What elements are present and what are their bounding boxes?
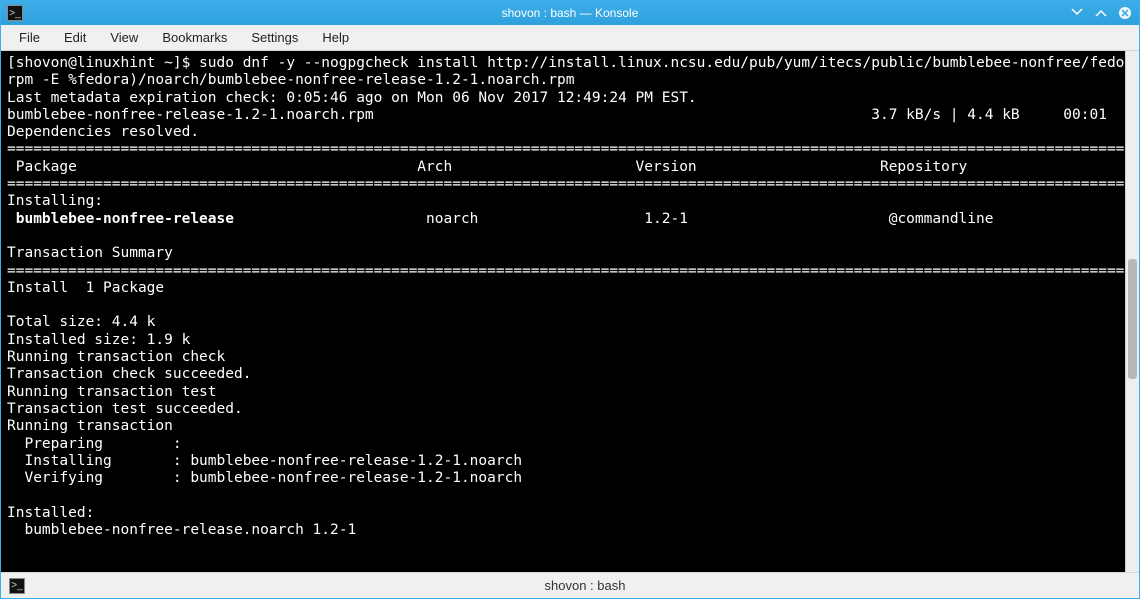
window-title: shovon : bash — Konsole	[502, 6, 639, 20]
tab-label[interactable]: shovon : bash	[31, 578, 1139, 593]
statusbar: >_ shovon : bash	[1, 572, 1139, 598]
maximize-button[interactable]	[1093, 5, 1109, 21]
menu-bookmarks[interactable]: Bookmarks	[152, 27, 237, 48]
scroll-thumb[interactable]	[1128, 259, 1137, 379]
menubar: File Edit View Bookmarks Settings Help	[1, 25, 1139, 51]
window-controls	[1069, 5, 1133, 21]
menu-help[interactable]: Help	[312, 27, 359, 48]
minimize-button[interactable]	[1069, 5, 1085, 21]
scrollbar[interactable]	[1125, 51, 1139, 572]
close-button[interactable]	[1117, 5, 1133, 21]
tab-icon: >_	[9, 578, 25, 594]
konsole-window: >_ shovon : bash — Konsole File Edit Vie…	[0, 0, 1140, 599]
menu-view[interactable]: View	[100, 27, 148, 48]
menu-settings[interactable]: Settings	[241, 27, 308, 48]
menu-edit[interactable]: Edit	[54, 27, 96, 48]
terminal-output[interactable]: [shovon@linuxhint ~]$ sudo dnf -y --nogp…	[1, 51, 1125, 572]
menu-file[interactable]: File	[9, 27, 50, 48]
terminal-area: [shovon@linuxhint ~]$ sudo dnf -y --nogp…	[1, 51, 1139, 572]
app-icon: >_	[7, 5, 23, 21]
titlebar[interactable]: >_ shovon : bash — Konsole	[1, 1, 1139, 25]
